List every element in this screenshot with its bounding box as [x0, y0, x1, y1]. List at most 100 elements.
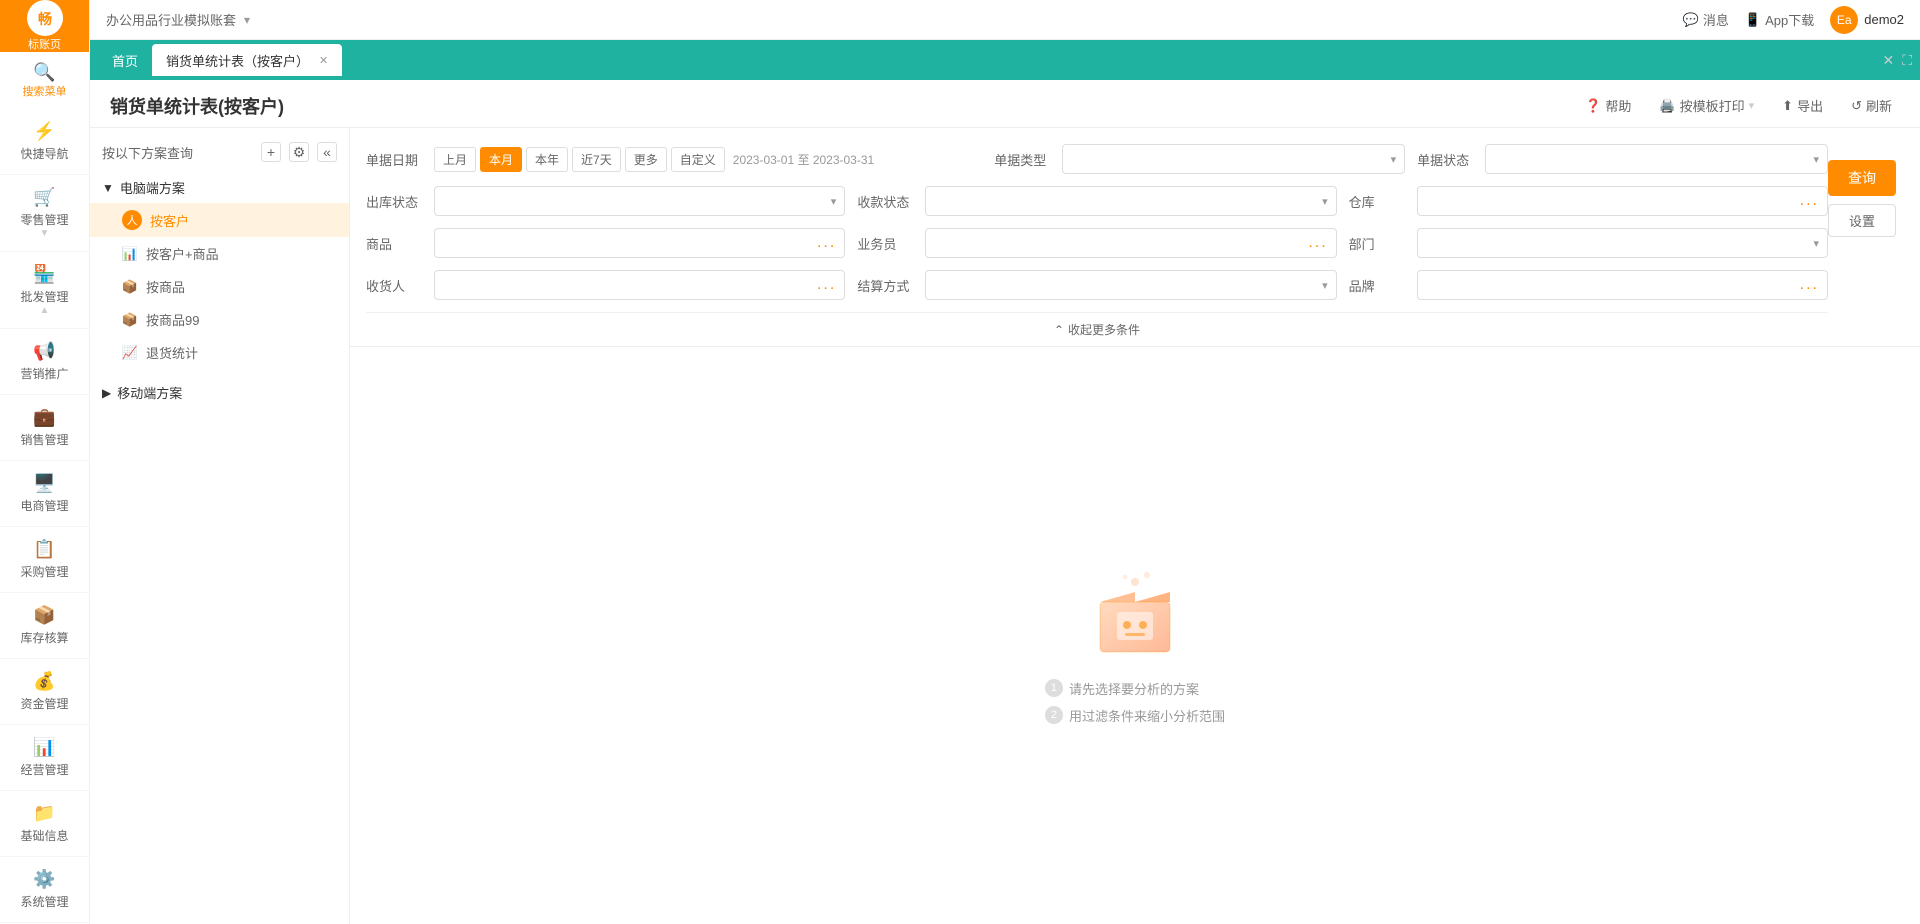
scheme-collapse-btn[interactable]: «: [317, 142, 337, 162]
tab-sales-stats[interactable]: 销货单统计表（按客户） ✕: [152, 44, 342, 76]
by-customer-icon: 人: [122, 210, 142, 230]
tab-close-window-btn[interactable]: ✕: [1882, 52, 1894, 69]
retail-arrow: ▼: [40, 228, 50, 239]
query-buttons: 查询 设置: [1828, 144, 1904, 253]
date-btn-more[interactable]: 更多: [625, 147, 667, 172]
template-print-btn[interactable]: 🖨️ 按模板打印 ▾: [1651, 92, 1762, 119]
collapse-btn[interactable]: ⌃ 收起更多条件: [366, 312, 1828, 346]
sidebar-item-inventory[interactable]: 📦 库存核算: [0, 593, 90, 659]
marketing-label: 营销推广: [20, 365, 68, 382]
help-icon: ❓: [1585, 98, 1601, 114]
user-profile[interactable]: Ea demo2: [1830, 6, 1904, 34]
query-btn[interactable]: 查询: [1828, 160, 1896, 196]
sidebar-item-ecommerce[interactable]: 🖥️ 电商管理: [0, 461, 90, 527]
doc-status-select[interactable]: ▾: [1485, 144, 1828, 174]
tab-maximize-btn[interactable]: ⛶: [1902, 52, 1912, 69]
help-btn[interactable]: ❓ 帮助: [1577, 92, 1639, 119]
scheme-item-by-goods[interactable]: 📦 按商品: [90, 270, 349, 303]
by-goods-label: 按商品: [146, 277, 185, 296]
refresh-label: 刷新: [1866, 96, 1892, 115]
app-download-btn[interactable]: 📱 App下载: [1745, 10, 1814, 29]
goods-input[interactable]: ...: [434, 228, 845, 258]
scheme-group-mobile: ▶ 移动端方案: [90, 373, 349, 412]
sidebar-item-system[interactable]: ⚙️ 系统管理: [0, 857, 90, 923]
scheme-add-btn[interactable]: +: [261, 142, 281, 162]
tab-close-btn[interactable]: ✕: [319, 54, 328, 67]
sidebar: 畅 标账页 🔍 搜索菜单 ⚡ 快捷导航 🛒 零售管理 ▼ 🏪 批发管理 ▲ 📢 …: [0, 0, 90, 924]
by-customer-label: 按客户: [150, 211, 189, 230]
filter-row-3: 商品 ... 业务员 ...: [366, 228, 1828, 258]
filter-rows: 单据日期 上月 本月 本年 近7天 更多 自定义 2023-03-01 至 20…: [366, 144, 1828, 346]
salesperson-dots[interactable]: ...: [1308, 234, 1327, 252]
filter-out-status: 出库状态 ▾: [366, 186, 845, 216]
scheme-item-by-customer-goods[interactable]: 📊 按客户+商品: [90, 237, 349, 270]
warehouse-label: 仓库: [1349, 192, 1409, 211]
finance-icon: 💰: [33, 671, 55, 692]
filter-doc-status: 单据状态 ▾: [1417, 144, 1828, 174]
sidebar-item-marketing[interactable]: 📢 营销推广: [0, 329, 90, 395]
date-btn-last7days[interactable]: 近7天: [572, 147, 621, 172]
app-logo[interactable]: 畅 标账页: [0, 0, 90, 52]
date-btn-this-month[interactable]: 本月: [480, 147, 522, 172]
desktop-group-label: 电脑端方案: [120, 178, 185, 197]
topbar: 办公用品行业模拟账套 ▾ 💬 消息 📱 App下载 Ea demo2: [90, 0, 1920, 40]
receiver-input[interactable]: ...: [434, 270, 845, 300]
purchase-label: 采购管理: [20, 563, 68, 580]
sidebar-item-sales[interactable]: 💼 销售管理: [0, 395, 90, 461]
out-status-select[interactable]: ▾: [434, 186, 845, 216]
sidebar-item-operation[interactable]: 📊 经营管理: [0, 725, 90, 791]
scheme-group-desktop-title[interactable]: ▼ 电脑端方案: [90, 172, 349, 203]
receiver-dots[interactable]: ...: [817, 276, 836, 294]
goods-dots[interactable]: ...: [817, 234, 836, 252]
scheme-settings-btn[interactable]: ⚙: [289, 142, 309, 162]
salesperson-label: 业务员: [857, 234, 917, 253]
sidebar-search[interactable]: 🔍 搜索菜单: [0, 52, 90, 109]
doc-type-select[interactable]: ▾: [1062, 144, 1405, 174]
tab-home[interactable]: 首页: [98, 44, 152, 76]
sidebar-item-purchase[interactable]: 📋 采购管理: [0, 527, 90, 593]
export-btn[interactable]: ⬆ 导出: [1774, 92, 1831, 119]
sidebar-item-wholesale[interactable]: 🏪 批发管理 ▲: [0, 252, 90, 329]
brand-dots[interactable]: ...: [1800, 276, 1819, 294]
doc-status-label: 单据状态: [1417, 150, 1477, 169]
sidebar-item-finance[interactable]: 💰 资金管理: [0, 659, 90, 725]
topbar-arrow[interactable]: ▾: [244, 13, 250, 27]
filter-row-4: 收货人 ... 结算方式 ▾: [366, 270, 1828, 300]
refresh-btn[interactable]: ↺ 刷新: [1843, 92, 1900, 119]
search-icon: 🔍: [33, 62, 55, 83]
date-btn-this-year[interactable]: 本年: [526, 147, 568, 172]
template-print-arrow[interactable]: ▾: [1749, 99, 1755, 112]
warehouse-dots[interactable]: ...: [1800, 192, 1819, 210]
filter-brand: 品牌 ...: [1349, 270, 1828, 300]
filter-receiver: 收货人 ...: [366, 270, 845, 300]
username: demo2: [1864, 12, 1904, 27]
scheme-group-mobile-title[interactable]: ▶ 移动端方案: [90, 377, 349, 408]
dept-label: 部门: [1349, 234, 1409, 253]
payment-status-select[interactable]: ▾: [925, 186, 1336, 216]
messages-btn[interactable]: 💬 消息: [1683, 10, 1729, 29]
sidebar-item-basicinfo[interactable]: 📁 基础信息: [0, 791, 90, 857]
mobile-group-arrow: ▶: [102, 386, 111, 400]
scheme-item-return-stats[interactable]: 📈 退货统计: [90, 336, 349, 369]
page-actions: ❓ 帮助 🖨️ 按模板打印 ▾ ⬆ 导出 ↺ 刷新: [1577, 92, 1900, 119]
brand-input[interactable]: ...: [1417, 270, 1828, 300]
dept-select[interactable]: ▾: [1417, 228, 1828, 258]
sidebar-item-retail[interactable]: 🛒 零售管理 ▼: [0, 175, 90, 252]
salesperson-input[interactable]: ...: [925, 228, 1336, 258]
date-btn-last-month[interactable]: 上月: [434, 147, 476, 172]
right-panel: 单据日期 上月 本月 本年 近7天 更多 自定义 2023-03-01 至 20…: [350, 128, 1920, 924]
date-btn-custom[interactable]: 自定义: [671, 147, 725, 172]
doc-status-arrow: ▾: [1813, 153, 1819, 166]
warehouse-input[interactable]: ...: [1417, 186, 1828, 216]
topbar-left: 办公用品行业模拟账套 ▾: [106, 10, 250, 29]
sales-label: 销售管理: [20, 431, 68, 448]
app-download-icon: 📱: [1745, 12, 1761, 28]
sidebar-item-quicknav[interactable]: ⚡ 快捷导航: [0, 109, 90, 175]
scheme-item-by-goods99[interactable]: 📦 按商品99: [90, 303, 349, 336]
scheme-item-by-customer[interactable]: 人 按客户: [90, 203, 349, 237]
quicknav-icon: ⚡: [33, 121, 55, 142]
set-btn[interactable]: 设置: [1828, 204, 1896, 237]
settlement-select[interactable]: ▾: [925, 270, 1336, 300]
payment-status-label: 收款状态: [857, 192, 917, 211]
avatar-text: Ea: [1837, 13, 1852, 27]
